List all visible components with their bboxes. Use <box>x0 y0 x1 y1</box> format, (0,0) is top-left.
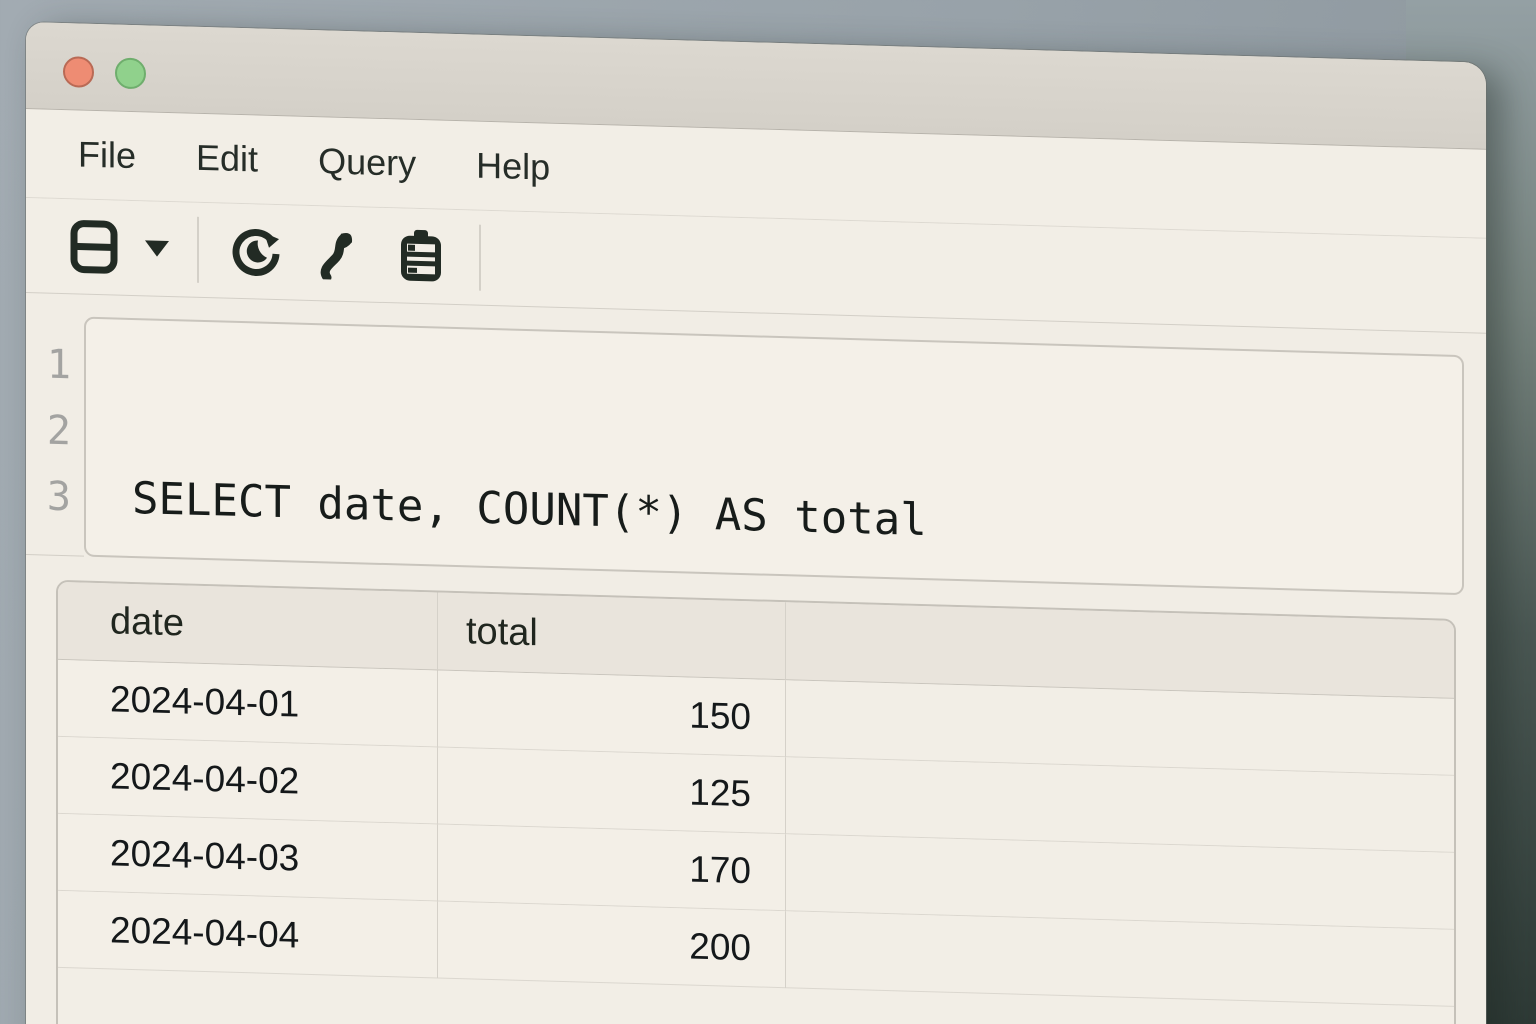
table-cell-total[interactable]: 170 <box>438 824 786 912</box>
table-cell-total[interactable]: 200 <box>438 901 786 989</box>
toolbar-separator <box>479 224 481 291</box>
run-query-icon[interactable] <box>231 226 281 277</box>
results-report-icon[interactable] <box>397 227 445 284</box>
table-cell-date[interactable]: 2024-04-04 <box>58 890 438 979</box>
menu-query[interactable]: Query <box>318 140 416 185</box>
menu-file[interactable]: File <box>78 133 136 177</box>
table-cell-total[interactable]: 150 <box>438 670 786 758</box>
menu-help[interactable]: Help <box>476 145 550 189</box>
table-cell-date[interactable]: 2024-04-02 <box>58 736 438 825</box>
column-header-total[interactable]: total <box>438 592 786 681</box>
table-cell-date[interactable]: 2024-04-03 <box>58 813 438 902</box>
line-number: 1 <box>46 341 71 389</box>
results-panel: date total 2024-04-01 150 2024-04-02 125… <box>56 579 1456 1024</box>
database-icon[interactable] <box>70 219 118 274</box>
line-number-gutter: 1 2 3 <box>26 315 84 557</box>
sql-client-window: File Edit Query Help 1 2 3 SELECT date, … <box>26 22 1486 1024</box>
format-icon[interactable] <box>317 227 359 281</box>
line-number: 2 <box>46 407 71 455</box>
table-cell-total[interactable]: 125 <box>438 747 786 835</box>
results-table: date total 2024-04-01 150 2024-04-02 125… <box>58 581 1454 1007</box>
toolbar-separator <box>197 216 199 283</box>
column-header-date[interactable]: date <box>58 581 438 671</box>
sql-editor: 1 2 3 SELECT date, COUNT(*) AS total FRO… <box>26 315 1486 596</box>
line-number: 3 <box>46 473 71 521</box>
sql-code-area[interactable]: SELECT date, COUNT(*) AS total FROM sale… <box>84 316 1464 596</box>
minimize-button[interactable] <box>115 57 146 90</box>
table-cell-date[interactable]: 2024-04-01 <box>58 659 438 748</box>
caret-down-icon[interactable] <box>145 240 169 257</box>
close-button[interactable] <box>63 56 94 88</box>
menu-edit[interactable]: Edit <box>196 137 258 181</box>
sql-line: SELECT date, COUNT(*) AS total <box>132 472 927 547</box>
